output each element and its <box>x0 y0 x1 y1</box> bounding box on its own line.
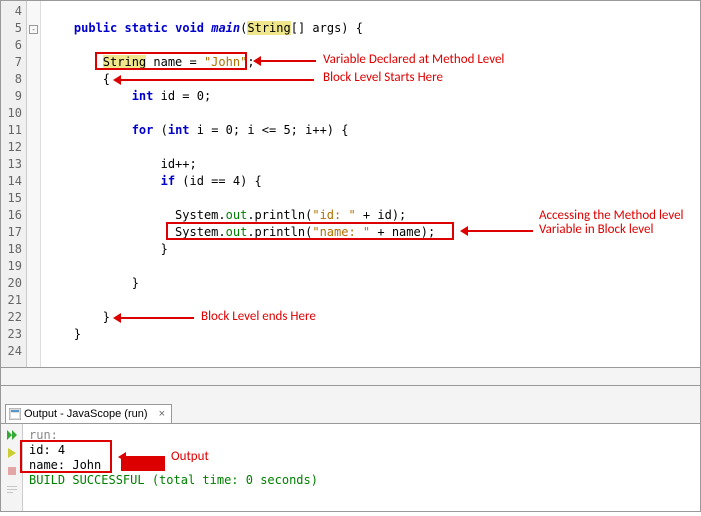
output-icon <box>9 408 21 420</box>
line-gutter: 456789101112131415161718192021222324 <box>1 1 27 367</box>
fold-minus-icon[interactable]: - <box>29 25 38 34</box>
output-line: BUILD SUCCESSFUL (total time: 0 seconds) <box>29 473 694 488</box>
annotation: Output <box>171 449 209 464</box>
code-line: } <box>45 309 700 326</box>
editor-statusbar <box>0 368 701 386</box>
code-line: int id = 0; <box>45 88 700 105</box>
close-icon[interactable]: × <box>159 408 165 420</box>
code-line: for (int i = 0; i <= 5; i++) { <box>45 122 700 139</box>
rerun-icon[interactable] <box>1 428 22 446</box>
run-icon[interactable] <box>1 446 22 464</box>
output-line: id: 4 <box>29 443 694 458</box>
output-pane: run: id: 4 name: John BUILD SUCCESSFUL (… <box>0 424 701 512</box>
annotation: Block Level ends Here <box>201 310 316 324</box>
stop-icon[interactable] <box>1 464 22 482</box>
code-line: id++; <box>45 156 700 173</box>
code-line: } <box>45 326 700 343</box>
output-toolbar <box>1 424 23 511</box>
output-tabbar: Output - JavaScope (run) × <box>0 386 701 424</box>
output-tab[interactable]: Output - JavaScope (run) × <box>5 404 172 423</box>
output-line: name: John <box>29 458 694 473</box>
code-line: } <box>45 241 700 258</box>
code-line: if (id == 4) { <box>45 173 700 190</box>
fold-column: - <box>27 1 41 367</box>
code-line: public static void main(String[] args) { <box>45 20 700 37</box>
output-line: run: <box>29 428 694 443</box>
code-editor[interactable]: 456789101112131415161718192021222324 - p… <box>0 0 701 368</box>
annotation: Variable Declared at Method Level <box>323 53 504 67</box>
output-tab-title: Output - JavaScope (run) <box>24 408 148 420</box>
code-area[interactable]: public static void main(String[] args) {… <box>41 1 700 367</box>
output-text[interactable]: run: id: 4 name: John BUILD SUCCESSFUL (… <box>23 424 700 511</box>
code-line: } <box>45 275 700 292</box>
annotation: Accessing the Method level Variable in B… <box>539 209 684 237</box>
wrap-icon[interactable] <box>1 482 22 500</box>
annotation: Block Level Starts Here <box>323 71 443 85</box>
